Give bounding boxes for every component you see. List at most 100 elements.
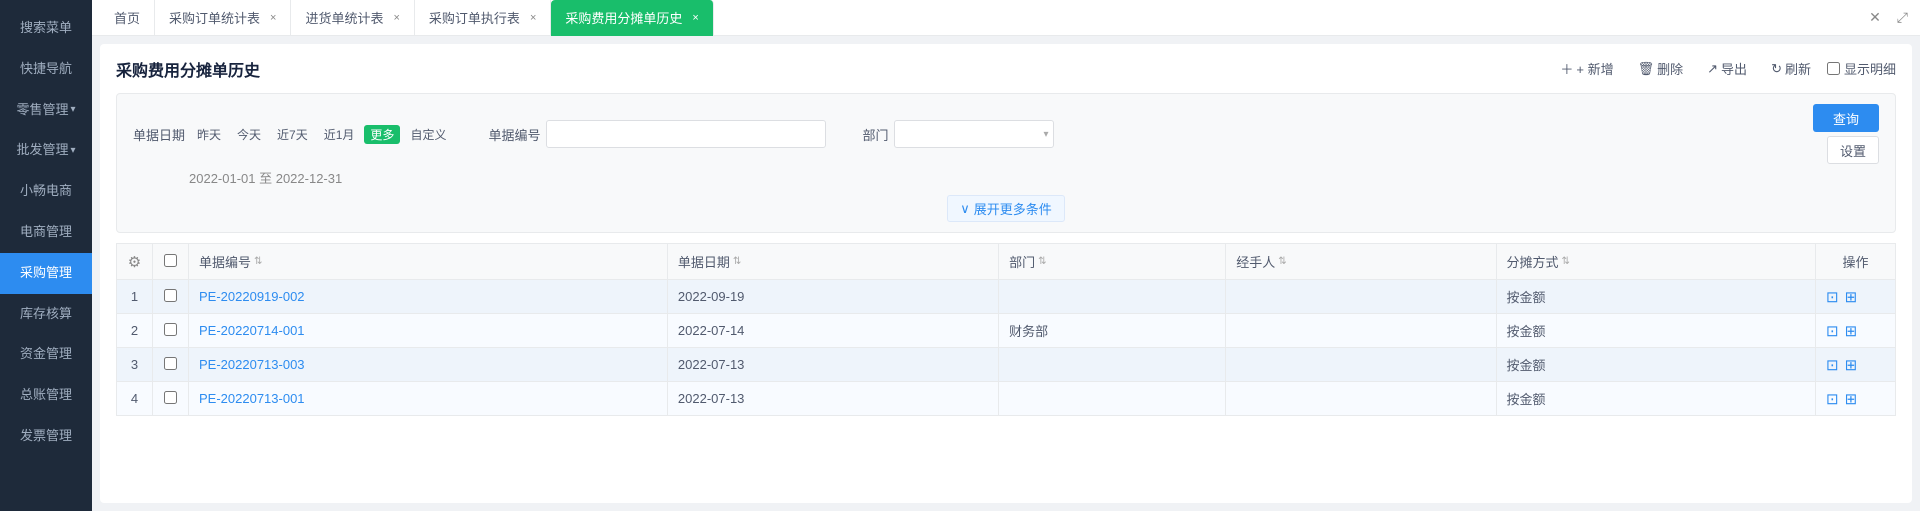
tab-purchase-order-exec[interactable]: 采购订单执行表 × bbox=[415, 0, 551, 36]
sidebar-item-finance[interactable]: 资金管理 bbox=[0, 334, 92, 375]
chevron-down-icon: ▾ bbox=[70, 143, 75, 159]
tab-close-icon[interactable]: × bbox=[530, 12, 536, 24]
more-icon[interactable]: ⊞ bbox=[1845, 322, 1858, 340]
row-select-checkbox[interactable] bbox=[164, 323, 177, 336]
main-content: 首页 采购订单统计表 × 进货单统计表 × 采购订单执行表 × 采购费用分摊单历… bbox=[92, 0, 1920, 511]
row-checkbox bbox=[153, 348, 189, 382]
tab-purchase-order-stats[interactable]: 采购订单统计表 × bbox=[155, 0, 291, 36]
table-row: 1 PE-20220919-002 2022-09-19 按金额 ⊡ ⊞ bbox=[117, 280, 1896, 314]
select-all-checkbox[interactable] bbox=[164, 254, 177, 267]
plus-icon: ＋ bbox=[1560, 59, 1573, 78]
export-button[interactable]: ↗ 导出 bbox=[1699, 56, 1755, 81]
refresh-icon: ↻ bbox=[1771, 61, 1782, 77]
data-table: ⚙ 单据编号 ⇅ 单据日期 ⇅ bbox=[116, 243, 1896, 416]
sidebar-item-ecommerce[interactable]: 电商管理 bbox=[0, 212, 92, 253]
sidebar-item-retail[interactable]: 零售管理 ▾ bbox=[0, 90, 92, 131]
setting-button[interactable]: 设置 bbox=[1827, 136, 1879, 164]
th-dept: 部门 ⇅ bbox=[999, 244, 1226, 280]
settings-gear-icon[interactable]: ⚙ bbox=[128, 254, 141, 271]
date-btn-yesterday[interactable]: 昨天 bbox=[191, 125, 227, 144]
dept-select-wrapper: 财务部 ▾ bbox=[894, 120, 1054, 148]
sidebar-item-ecommerce-small[interactable]: 小畅电商 bbox=[0, 171, 92, 212]
sidebar-item-ledger[interactable]: 总账管理 bbox=[0, 375, 92, 416]
row-date: 2022-07-14 bbox=[667, 314, 998, 348]
delete-button[interactable]: 🗑 删除 bbox=[1630, 56, 1692, 81]
more-icon[interactable]: ⊞ bbox=[1845, 390, 1858, 408]
row-select-checkbox[interactable] bbox=[164, 357, 177, 370]
row-method: 按金额 bbox=[1496, 382, 1816, 416]
more-icon[interactable]: ⊞ bbox=[1845, 356, 1858, 374]
row-checkbox bbox=[153, 314, 189, 348]
tab-close-icon[interactable]: × bbox=[393, 12, 399, 24]
edit-icon[interactable]: ⊡ bbox=[1826, 390, 1839, 408]
date-filter-label: 单据日期 bbox=[133, 125, 185, 144]
doc-no-input[interactable] bbox=[546, 120, 826, 148]
doc-no-filter: 单据编号 bbox=[488, 120, 826, 148]
th-settings: ⚙ bbox=[117, 244, 153, 280]
date-btn-7days[interactable]: 近7天 bbox=[271, 125, 314, 144]
tab-purchase-cost-history[interactable]: 采购费用分摊单历史 × bbox=[551, 0, 713, 36]
sidebar-item-quick-nav[interactable]: 快捷导航 bbox=[0, 49, 92, 90]
row-actions: ⊡ ⊞ bbox=[1816, 280, 1896, 314]
sidebar-item-invoice[interactable]: 发票管理 bbox=[0, 416, 92, 457]
th-method: 分摊方式 ⇅ bbox=[1496, 244, 1816, 280]
doc-no-link[interactable]: PE-20220714-001 bbox=[199, 323, 305, 338]
sidebar-item-inventory[interactable]: 库存核算 bbox=[0, 294, 92, 335]
maximize-icon[interactable]: ⤢ bbox=[1893, 7, 1912, 28]
export-icon: ↗ bbox=[1707, 61, 1718, 77]
tab-close-icon[interactable]: × bbox=[270, 12, 276, 24]
edit-icon[interactable]: ⊡ bbox=[1826, 322, 1839, 340]
sort-icon: ⇅ bbox=[733, 256, 741, 267]
add-button[interactable]: ＋ + 新增 bbox=[1552, 56, 1621, 81]
row-select-checkbox[interactable] bbox=[164, 391, 177, 404]
sidebar-item-wholesale[interactable]: 批发管理 ▾ bbox=[0, 130, 92, 171]
refresh-button[interactable]: ↻ 刷新 bbox=[1763, 56, 1819, 81]
row-doc-no: PE-20220919-002 bbox=[189, 280, 668, 314]
doc-no-label: 单据编号 bbox=[488, 125, 540, 144]
date-btn-more[interactable]: 更多 bbox=[364, 125, 400, 144]
filter-area: 单据日期 昨天 今天 近7天 近1月 更多 自定义 单据编号 bbox=[116, 93, 1896, 233]
row-checkbox bbox=[153, 280, 189, 314]
sidebar-item-search[interactable]: 搜索菜单 bbox=[0, 8, 92, 49]
row-select-checkbox[interactable] bbox=[164, 289, 177, 302]
date-btn-today[interactable]: 今天 bbox=[231, 125, 267, 144]
sort-icon: ⇅ bbox=[1562, 256, 1570, 267]
row-num: 1 bbox=[117, 280, 153, 314]
doc-no-link[interactable]: PE-20220919-002 bbox=[199, 289, 305, 304]
doc-no-link[interactable]: PE-20220713-001 bbox=[199, 391, 305, 406]
show-detail-input[interactable] bbox=[1827, 62, 1840, 75]
tab-bar: 首页 采购订单统计表 × 进货单统计表 × 采购订单执行表 × 采购费用分摊单历… bbox=[92, 0, 1920, 36]
tab-inbound-stats[interactable]: 进货单统计表 × bbox=[291, 0, 414, 36]
date-btn-1month[interactable]: 近1月 bbox=[318, 125, 361, 144]
row-doc-no: PE-20220713-001 bbox=[189, 382, 668, 416]
th-checkbox bbox=[153, 244, 189, 280]
row-actions: ⊡ ⊞ bbox=[1816, 314, 1896, 348]
table-row: 4 PE-20220713-001 2022-07-13 按金额 ⊡ ⊞ bbox=[117, 382, 1896, 416]
dept-select[interactable]: 财务部 bbox=[894, 120, 1054, 148]
tab-home[interactable]: 首页 bbox=[100, 0, 155, 36]
sidebar-item-purchase[interactable]: 采购管理 bbox=[0, 253, 92, 294]
row-checkbox bbox=[153, 382, 189, 416]
more-icon[interactable]: ⊞ bbox=[1845, 288, 1858, 306]
table-row: 2 PE-20220714-001 2022-07-14 财务部 按金额 ⊡ ⊞ bbox=[117, 314, 1896, 348]
edit-icon[interactable]: ⊡ bbox=[1826, 288, 1839, 306]
expand-more-button[interactable]: ∨ 展开更多条件 bbox=[947, 195, 1065, 222]
row-actions: ⊡ ⊞ bbox=[1816, 382, 1896, 416]
tab-close-icon[interactable]: × bbox=[692, 12, 698, 24]
show-detail-checkbox[interactable]: 显示明细 bbox=[1827, 59, 1896, 78]
edit-icon[interactable]: ⊡ bbox=[1826, 356, 1839, 374]
th-action: 操作 bbox=[1816, 244, 1896, 280]
date-btn-custom[interactable]: 自定义 bbox=[404, 125, 452, 144]
row-actions: ⊡ ⊞ bbox=[1816, 348, 1896, 382]
page-title: 采购费用分摊单历史 bbox=[116, 57, 260, 81]
close-icon[interactable]: ✕ bbox=[1865, 7, 1885, 28]
table-body: 1 PE-20220919-002 2022-09-19 按金额 ⊡ ⊞ 2 P… bbox=[117, 280, 1896, 416]
query-button[interactable]: 查询 bbox=[1813, 104, 1879, 132]
doc-no-link[interactable]: PE-20220713-003 bbox=[199, 357, 305, 372]
date-range-display: 2022-01-01 至 2022-12-31 bbox=[133, 168, 1879, 187]
filter-buttons: 查询 设置 bbox=[1813, 104, 1879, 164]
row-dept bbox=[999, 348, 1226, 382]
sort-icon: ⇅ bbox=[254, 256, 262, 267]
row-dept: 财务部 bbox=[999, 314, 1226, 348]
page-header: 采购费用分摊单历史 ＋ + 新增 🗑 删除 ↗ 导出 ↻ 刷新 bbox=[116, 56, 1896, 81]
